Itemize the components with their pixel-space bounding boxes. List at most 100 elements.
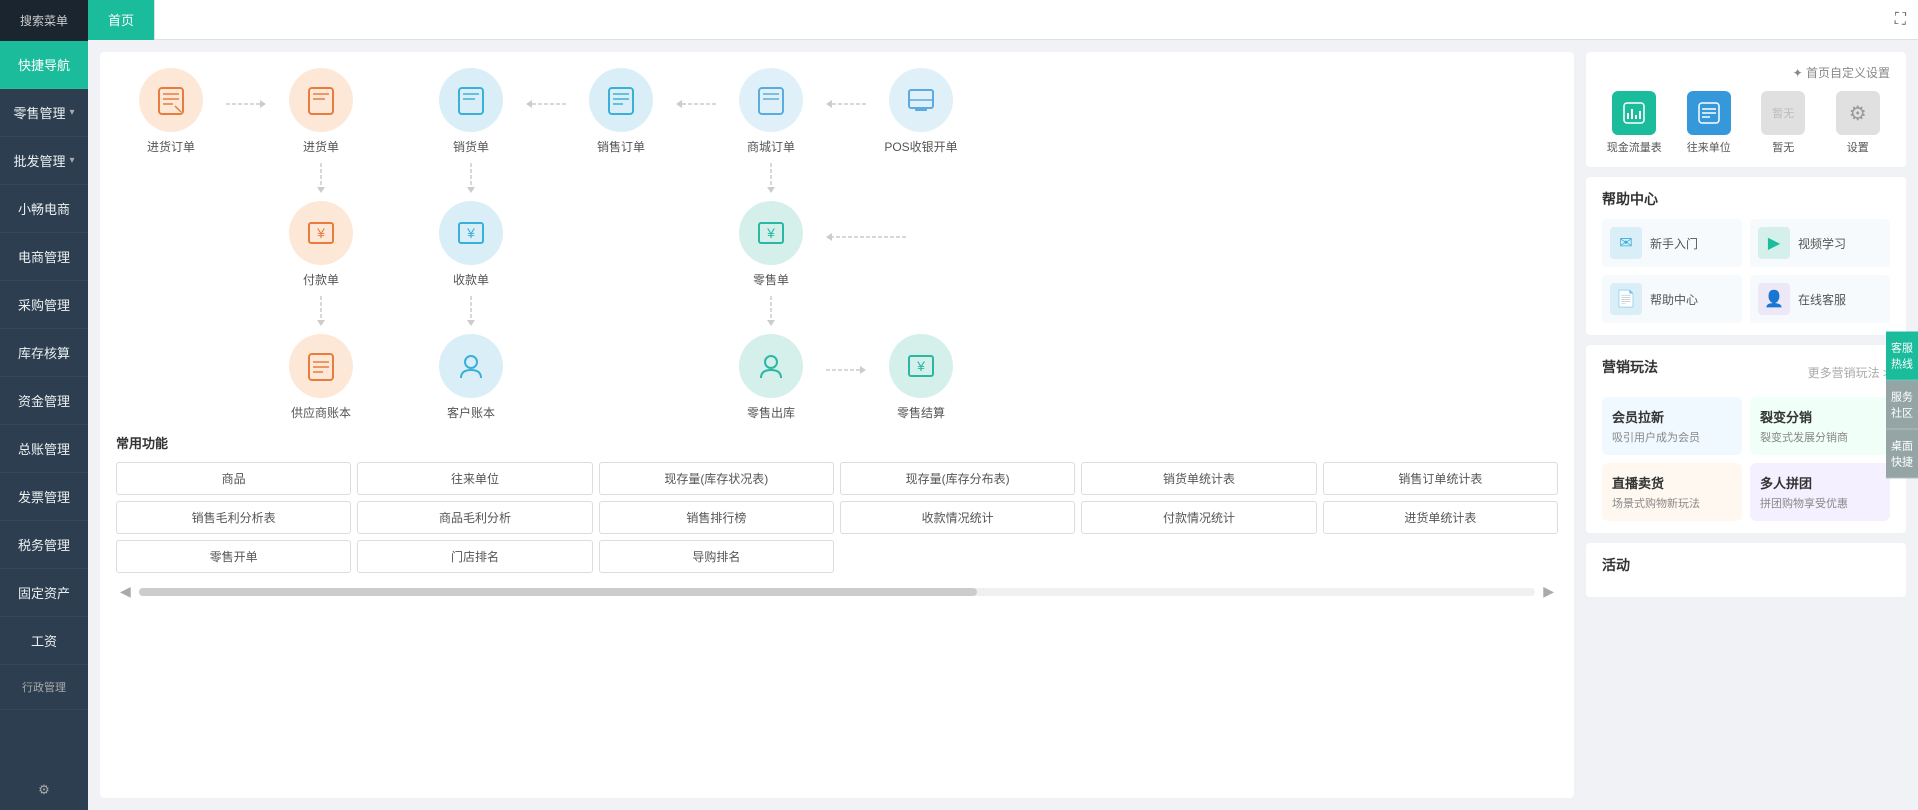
marketing-item-group[interactable]: 多人拼团 拼团购物享受优惠 [1750,463,1890,521]
func-btn-sales-profit[interactable]: 销售毛利分析表 [116,501,351,534]
left-panel: 进货订单 进货单 [100,52,1574,798]
marketing-grid: 会员拉新 吸引用户成为会员 裂变分销 裂变式发展分销商 直播卖货 场景式购物新玩… [1602,397,1890,521]
node-mall-order[interactable]: 商城订单 [716,68,826,155]
node-retail-order[interactable]: ¥ 零售单 [716,201,826,288]
help-item-chat[interactable]: 👤 在线客服 [1750,275,1890,323]
sidebar-item-ledger[interactable]: 总账管理 [0,425,88,473]
right-panel: ✦ 首页自定义设置 现金流量表 往来单位 暂无 [1586,52,1906,798]
help-center-title: 帮助中心 [1602,189,1890,209]
sidebar-item-salary[interactable]: 工资 [0,617,88,665]
node-receipt[interactable]: ¥ 收款单 [416,201,526,288]
arrow-left-2 [676,96,716,112]
sidebar-item-invoice[interactable]: 发票管理 [0,473,88,521]
sidebar: 搜索菜单 快捷导航 零售管理▾ 批发管理▾ 小畅电商 电商管理 采购管理 库存核… [0,0,88,810]
svg-text:¥: ¥ [766,225,775,241]
quick-shortcuts: ✦ 首页自定义设置 现金流量表 往来单位 暂无 [1586,52,1906,167]
tab-home[interactable]: 首页 [88,0,155,40]
marketing-item-split[interactable]: 裂变分销 裂变式发展分销商 [1750,397,1890,455]
scroll-thumb [139,588,977,596]
help-grid: ✉ 新手入门 ▶ 视频学习 📄 帮助中心 👤 在线客服 [1602,219,1890,323]
common-functions: 常用功能 商品 往来单位 现存量(库存状况表) 现存量(库存分布表) 销货单统计… [116,433,1558,573]
node-pos[interactable]: POS收银开单 [866,68,976,155]
float-btn-desktop[interactable]: 桌面快捷 [1886,430,1918,479]
node-purchase-bill[interactable]: 进货单 [266,68,376,155]
scroll-left-arrow[interactable]: ◀ [116,581,135,602]
func-btn-receipt-stat[interactable]: 收款情况统计 [840,501,1075,534]
sidebar-item-wholesale[interactable]: 批发管理▾ [0,137,88,185]
func-btn-goods[interactable]: 商品 [116,462,351,495]
shortcut-cashflow[interactable]: 现金流量表 [1602,91,1667,155]
node-retail-checkout[interactable]: ¥ 零售结算 [866,334,976,421]
marketing-item-member[interactable]: 会员拉新 吸引用户成为会员 [1602,397,1742,455]
marketing-section: 营销玩法 更多营销玩法 > 会员拉新 吸引用户成为会员 裂变分销 裂变式发展分销… [1586,345,1906,533]
func-btn-retail-order[interactable]: 零售开单 [116,540,351,573]
help-item-help[interactable]: 📄 帮助中心 [1602,275,1742,323]
scroll-track[interactable] [139,588,1535,596]
floating-buttons: 客服热线 服务社区 桌面快捷 [1886,332,1918,479]
gear-icon: ⚙ [38,782,50,797]
node-payment[interactable]: ¥ 付款单 [266,201,376,288]
marketing-item-live[interactable]: 直播卖货 场景式购物新玩法 [1602,463,1742,521]
arrow-left-1 [526,96,566,112]
func-btn-sales-order-stat[interactable]: 销售订单统计表 [1323,462,1558,495]
scrollbar[interactable]: ◀ ▶ [116,581,1558,602]
shortcut-settings[interactable]: ⚙ 设置 [1826,91,1891,155]
customize-link[interactable]: ✦ 首页自定义设置 [1793,64,1890,81]
func-grid-1: 商品 往来单位 现存量(库存状况表) 现存量(库存分布表) 销货单统计表 销售订… [116,462,1558,495]
func-btn-store-rank[interactable]: 门店排名 [357,540,592,573]
node-sales-order[interactable]: 销售订单 [566,68,676,155]
sidebar-item-ecommerce-small[interactable]: 小畅电商 [0,185,88,233]
func-btn-sales-rank[interactable]: 销售排行榜 [599,501,834,534]
node-supplier-account[interactable]: 供应商账本 [266,334,376,421]
fullscreen-button[interactable]: ⛶ [1895,11,1906,29]
float-btn-community[interactable]: 服务社区 [1886,381,1918,430]
node-sales-bill[interactable]: 销货单 [416,68,526,155]
node-customer-account[interactable]: 客户账本 [416,334,526,421]
shortcut-parties[interactable]: 往来单位 [1677,91,1742,155]
sidebar-search[interactable]: 搜索菜单 [0,0,88,41]
none-icon: 暂无 [1761,91,1805,135]
sidebar-item-assets[interactable]: 固定资产 [0,569,88,617]
cashflow-icon [1612,91,1656,135]
settings-icon: ⚙ [1836,91,1880,135]
activity-title: 活动 [1602,555,1890,575]
chat-icon: 👤 [1758,283,1790,315]
chevron-down-icon: ▾ [69,155,74,166]
parties-icon [1687,91,1731,135]
help-icon: 📄 [1610,283,1642,315]
sidebar-item-ecommerce[interactable]: 电商管理 [0,233,88,281]
func-btn-sales-stat[interactable]: 销货单统计表 [1081,462,1316,495]
sidebar-settings[interactable]: ⚙ [0,770,88,810]
scroll-right-arrow[interactable]: ▶ [1539,581,1558,602]
sidebar-item-tax[interactable]: 税务管理 [0,521,88,569]
func-btn-purchase-stat[interactable]: 进货单统计表 [1323,501,1558,534]
sidebar-item-unknown[interactable]: 行政管理 [0,665,88,710]
svg-text:¥: ¥ [316,225,325,241]
func-btn-inventory-dist[interactable]: 现存量(库存分布表) [840,462,1075,495]
help-item-beginner[interactable]: ✉ 新手入门 [1602,219,1742,267]
func-btn-guide-rank[interactable]: 导购排名 [599,540,834,573]
func-grid-3: 零售开单 门店排名 导购排名 [116,540,1558,573]
sidebar-nav-item[interactable]: 快捷导航 [0,41,88,89]
func-btn-goods-profit[interactable]: 商品毛利分析 [357,501,592,534]
node-retail-outbound[interactable]: 零售出库 [716,334,826,421]
func-btn-parties[interactable]: 往来单位 [357,462,592,495]
func-btn-inventory-status[interactable]: 现存量(库存状况表) [599,462,834,495]
marketing-header: 营销玩法 更多营销玩法 > [1602,357,1890,387]
sidebar-item-inventory[interactable]: 库存核算 [0,329,88,377]
topbar-right: ⛶ [1895,11,1918,29]
chevron-down-icon: ▾ [69,107,74,118]
help-item-video[interactable]: ▶ 视频学习 [1750,219,1890,267]
node-purchase-order[interactable]: 进货订单 [116,68,226,155]
sidebar-item-purchase[interactable]: 采购管理 [0,281,88,329]
shortcuts-header: ✦ 首页自定义设置 [1602,64,1890,81]
help-center: 帮助中心 ✉ 新手入门 ▶ 视频学习 📄 帮助中心 👤 在线客服 [1586,177,1906,335]
more-marketing-link[interactable]: 更多营销玩法 > [1808,364,1890,381]
main-area: 进货订单 进货单 [88,40,1918,810]
shortcut-none[interactable]: 暂无 暂无 [1751,91,1816,155]
float-btn-customer-service[interactable]: 客服热线 [1886,332,1918,381]
func-grid-2: 销售毛利分析表 商品毛利分析 销售排行榜 收款情况统计 付款情况统计 进货单统计… [116,501,1558,534]
sidebar-item-finance[interactable]: 资金管理 [0,377,88,425]
sidebar-item-retail[interactable]: 零售管理▾ [0,89,88,137]
func-btn-payment-stat[interactable]: 付款情况统计 [1081,501,1316,534]
